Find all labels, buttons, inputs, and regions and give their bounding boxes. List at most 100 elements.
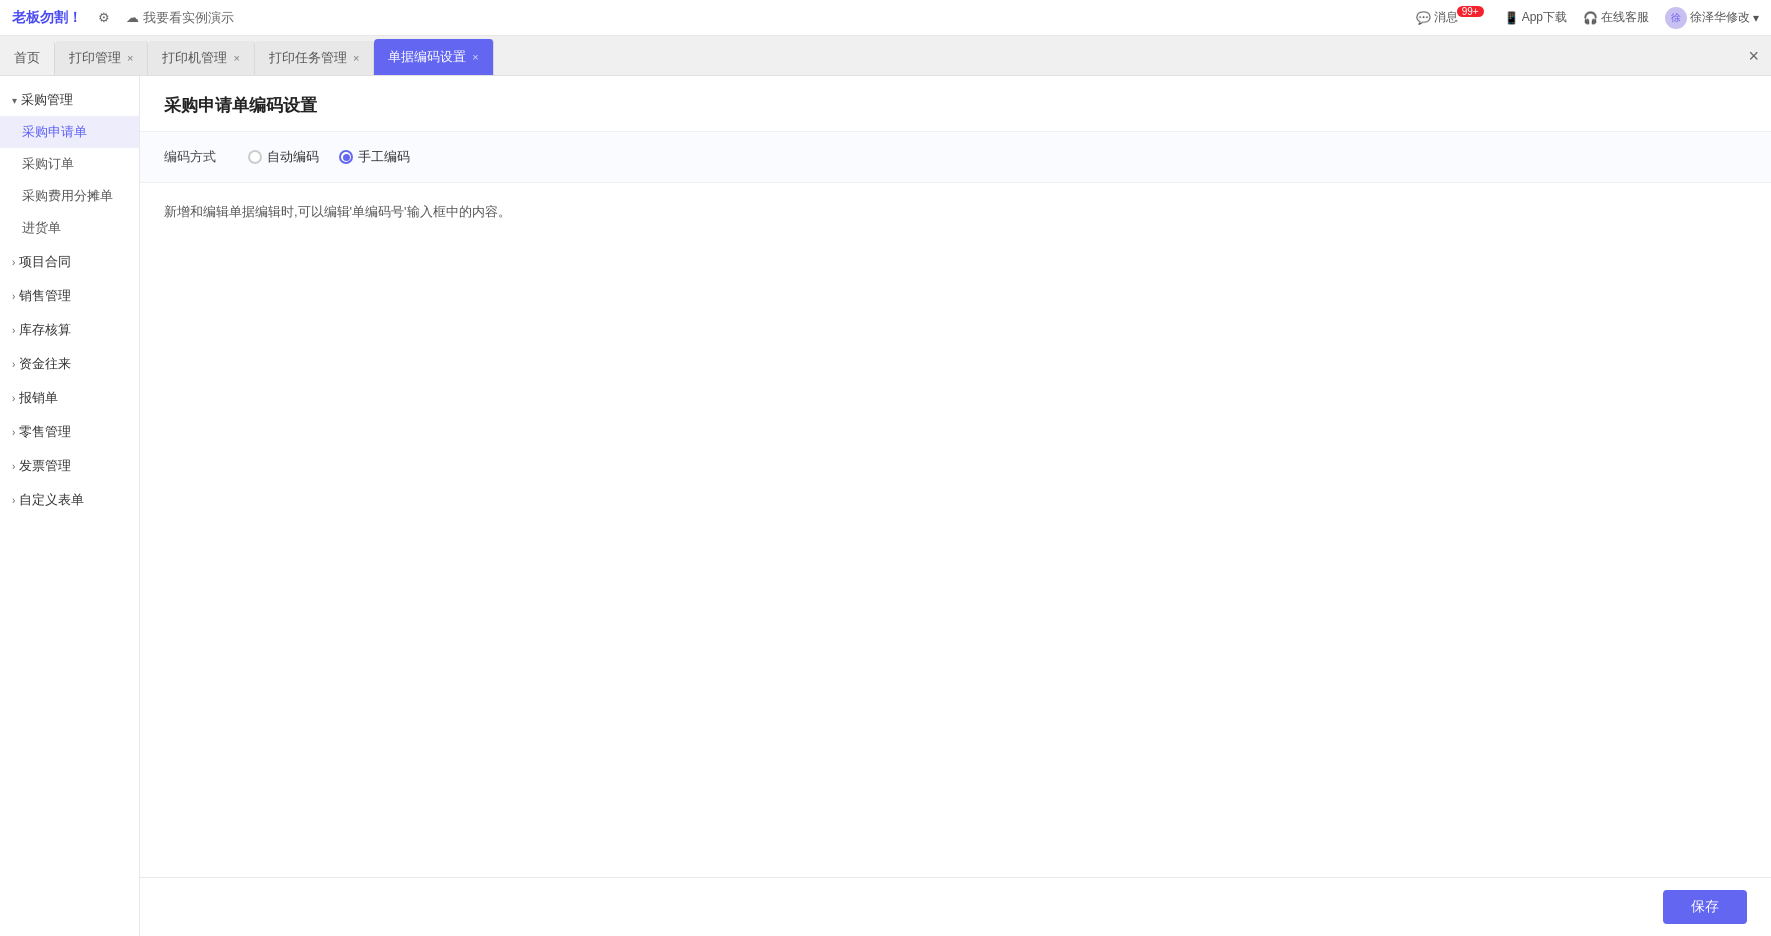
- close-all-tabs[interactable]: ×: [1748, 45, 1759, 66]
- page-title: 采购申请单编码设置: [164, 94, 1747, 117]
- message-item[interactable]: 💬 消息 99+: [1416, 9, 1488, 26]
- tab-printer-mgmt-label: 打印机管理: [162, 49, 227, 67]
- sidebar-group-funds: › 资金往来: [0, 348, 139, 380]
- tab-single-code-setting-label: 单据编码设置: [388, 48, 466, 66]
- sidebar-group-invoice-title[interactable]: › 发票管理: [0, 450, 139, 482]
- radio-manual-encoding[interactable]: 手工编码: [339, 148, 410, 166]
- top-bar-left: 老板勿割！ ⚙ ☁ 我要看实例演示: [12, 9, 234, 27]
- chevron-icon-returns: ›: [12, 393, 15, 404]
- encoding-radio-group: 自动编码 手工编码: [248, 148, 410, 166]
- sidebar-group-returns-title[interactable]: › 报销单: [0, 382, 139, 414]
- sidebar-group-project-label: 项目合同: [19, 253, 71, 271]
- chevron-icon-inventory: ›: [12, 325, 15, 336]
- user-name: 徐泽华修改: [1690, 9, 1750, 26]
- tab-print-task-mgmt[interactable]: 打印任务管理 ×: [255, 41, 374, 75]
- content-body: 新增和编辑单据编辑时,可以编辑'单编码号'输入框中的内容。: [140, 183, 1771, 877]
- main-layout: ▾ 采购管理 采购申请单 采购订单 采购费用分摊单 进货单 › 项目合同: [0, 76, 1771, 936]
- chevron-icon-project: ›: [12, 257, 15, 268]
- sidebar-group-returns: › 报销单: [0, 382, 139, 414]
- sidebar-item-purchase-request-label: 采购申请单: [22, 124, 87, 139]
- tab-print-mgmt[interactable]: 打印管理 ×: [55, 41, 148, 75]
- message-icon: 💬: [1416, 11, 1431, 25]
- tab-home[interactable]: 首页: [0, 41, 55, 75]
- content-header: 采购申请单编码设置: [140, 76, 1771, 132]
- sidebar-group-retail-title[interactable]: › 零售管理: [0, 416, 139, 448]
- sidebar-group-inventory: › 库存核算: [0, 314, 139, 346]
- tab-bar: 首页 打印管理 × 打印机管理 × 打印任务管理 × 单据编码设置 × ×: [0, 36, 1771, 76]
- radio-manual-circle: [339, 150, 353, 164]
- sidebar-group-custom-forms-label: 自定义表单: [19, 491, 84, 509]
- sidebar-group-purchase-mgmt-title[interactable]: ▾ 采购管理: [0, 84, 139, 116]
- service-icon: 🎧: [1583, 11, 1598, 25]
- sidebar-group-sales-title[interactable]: › 销售管理: [0, 280, 139, 312]
- tab-printer-mgmt-close[interactable]: ×: [233, 52, 239, 64]
- sidebar: ▾ 采购管理 采购申请单 采购订单 采购费用分摊单 进货单 › 项目合同: [0, 76, 140, 936]
- sidebar-group-inventory-title[interactable]: › 库存核算: [0, 314, 139, 346]
- online-service-item[interactable]: 🎧 在线客服: [1583, 9, 1649, 26]
- app-label: App下载: [1522, 9, 1567, 26]
- sidebar-group-purchase-mgmt: ▾ 采购管理 采购申请单 采购订单 采购费用分摊单 进货单: [0, 84, 139, 244]
- sidebar-group-sales-label: 销售管理: [19, 287, 71, 305]
- encoding-section: 编码方式 自动编码 手工编码: [140, 132, 1771, 183]
- radio-auto-label: 自动编码: [267, 148, 319, 166]
- message-badge: 99+: [1457, 6, 1484, 17]
- sidebar-group-purchase-label: 采购管理: [21, 91, 73, 109]
- sidebar-item-stock-in-label: 进货单: [22, 220, 61, 235]
- sidebar-item-purchase-expense-label: 采购费用分摊单: [22, 188, 113, 203]
- app-icon: 📱: [1504, 11, 1519, 25]
- top-bar-right: 💬 消息 99+ 📱 App下载 🎧 在线客服 徐 徐泽华修改 ▾: [1416, 7, 1759, 29]
- sidebar-item-purchase-request[interactable]: 采购申请单: [0, 116, 139, 148]
- chevron-icon-invoice: ›: [12, 461, 15, 472]
- encoding-label: 编码方式: [164, 148, 224, 166]
- sidebar-group-custom-forms: › 自定义表单: [0, 484, 139, 516]
- tab-print-mgmt-close[interactable]: ×: [127, 52, 133, 64]
- tab-single-code-setting-close[interactable]: ×: [472, 51, 478, 63]
- app-download-item[interactable]: 📱 App下载: [1504, 9, 1567, 26]
- save-button[interactable]: 保存: [1663, 890, 1747, 924]
- sidebar-group-invoice: › 发票管理: [0, 450, 139, 482]
- sidebar-group-invoice-label: 发票管理: [19, 457, 71, 475]
- sidebar-group-custom-forms-title[interactable]: › 自定义表单: [0, 484, 139, 516]
- sidebar-item-purchase-order[interactable]: 采购订单: [0, 148, 139, 180]
- chevron-down-icon: ▾: [1753, 11, 1759, 25]
- top-bar: 老板勿割！ ⚙ ☁ 我要看实例演示 💬 消息 99+ 📱 App下载 🎧 在线客…: [0, 0, 1771, 36]
- tab-print-mgmt-label: 打印管理: [69, 49, 121, 67]
- avatar: 徐: [1665, 7, 1687, 29]
- content-area: 采购申请单编码设置 编码方式 自动编码 手工编码 新增和编辑单据编辑时,可以编辑…: [140, 76, 1771, 936]
- sidebar-group-inventory-label: 库存核算: [19, 321, 71, 339]
- tab-home-label: 首页: [14, 49, 40, 67]
- tab-print-task-mgmt-label: 打印任务管理: [269, 49, 347, 67]
- sidebar-group-project-contract: › 项目合同: [0, 246, 139, 278]
- chevron-icon-sales: ›: [12, 291, 15, 302]
- tab-single-code-setting[interactable]: 单据编码设置 ×: [374, 39, 493, 75]
- service-label: 在线客服: [1601, 9, 1649, 26]
- chevron-icon-custom: ›: [12, 495, 15, 506]
- chevron-icon-purchase: ▾: [12, 95, 17, 106]
- sidebar-group-sales-mgmt: › 销售管理: [0, 280, 139, 312]
- content-footer: 保存: [140, 877, 1771, 936]
- hint-text: 新增和编辑单据编辑时,可以编辑'单编码号'输入框中的内容。: [164, 203, 1747, 221]
- chevron-icon-retail: ›: [12, 427, 15, 438]
- sidebar-group-project-contract-title[interactable]: › 项目合同: [0, 246, 139, 278]
- sidebar-item-purchase-expense[interactable]: 采购费用分摊单: [0, 180, 139, 212]
- demo-link[interactable]: ☁ 我要看实例演示: [126, 9, 234, 27]
- sidebar-group-returns-label: 报销单: [19, 389, 58, 407]
- demo-label: 我要看实例演示: [143, 9, 234, 27]
- sidebar-group-funds-title[interactable]: › 资金往来: [0, 348, 139, 380]
- radio-auto-encoding[interactable]: 自动编码: [248, 148, 319, 166]
- radio-manual-label: 手工编码: [358, 148, 410, 166]
- tab-printer-mgmt[interactable]: 打印机管理 ×: [148, 41, 254, 75]
- radio-auto-circle: [248, 150, 262, 164]
- tab-print-task-mgmt-close[interactable]: ×: [353, 52, 359, 64]
- sidebar-item-stock-in[interactable]: 进货单: [0, 212, 139, 244]
- app-logo: 老板勿割！: [12, 9, 82, 27]
- chevron-icon-funds: ›: [12, 359, 15, 370]
- sidebar-group-retail-label: 零售管理: [19, 423, 71, 441]
- settings-icon[interactable]: ⚙: [98, 10, 110, 25]
- message-label: 消息: [1434, 9, 1458, 26]
- sidebar-group-retail: › 零售管理: [0, 416, 139, 448]
- sidebar-item-purchase-order-label: 采购订单: [22, 156, 74, 171]
- user-profile[interactable]: 徐 徐泽华修改 ▾: [1665, 7, 1759, 29]
- cloud-icon: ☁: [126, 10, 139, 25]
- sidebar-group-funds-label: 资金往来: [19, 355, 71, 373]
